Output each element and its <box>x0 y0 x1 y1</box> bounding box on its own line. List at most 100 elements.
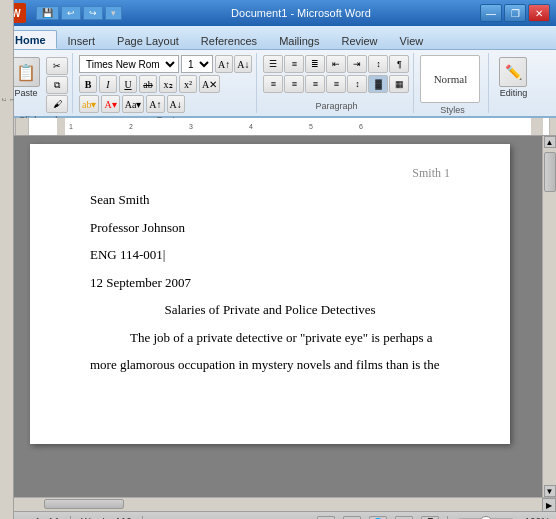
window-title: Document1 - Microsoft Word <box>122 7 480 19</box>
decrease-indent-button[interactable]: ⇤ <box>326 55 346 73</box>
doc-title: Salaries of Private and Police Detective… <box>90 300 450 320</box>
status-bar: Page: 1 of 1 Words: 110 ✓ ▦ ⊡ 🌐 ≡ ≣ 100% <box>0 511 556 519</box>
paste-icon: 📋 <box>12 57 40 87</box>
border-button[interactable]: ▦ <box>389 75 409 93</box>
horizontal-scrollbar-area: ◀ ▶ <box>0 497 556 511</box>
horizontal-scroll-thumb[interactable] <box>44 499 124 509</box>
format-painter-button[interactable]: 🖌 <box>46 95 68 113</box>
paragraph-label: Paragraph <box>315 101 357 111</box>
scroll-thumb[interactable] <box>544 152 556 192</box>
sort-button[interactable]: ↕ <box>368 55 388 73</box>
font-upper-button[interactable]: A↑ <box>146 95 164 113</box>
bold-button[interactable]: B <box>79 75 97 93</box>
professor-name: Professor Johnson <box>90 218 450 238</box>
status-divider-3 <box>447 516 448 520</box>
align-right-button[interactable]: ≡ <box>305 75 325 93</box>
styles-gallery[interactable]: Normal <box>420 55 480 103</box>
save-quick-btn[interactable]: 💾 <box>36 6 59 20</box>
zoom-thumb[interactable] <box>479 516 493 520</box>
paragraph-1: The job of a private detective or "priva… <box>90 328 450 348</box>
editing-group: ✏️ Editing <box>491 53 535 113</box>
subscript-button[interactable]: x₂ <box>159 75 177 93</box>
font-increase-button[interactable]: A↑ <box>215 55 233 73</box>
align-left-button[interactable]: ≡ <box>263 75 283 93</box>
copy-button[interactable]: ⧉ <box>46 76 68 94</box>
doc-date: 12 September 2007 <box>90 273 450 293</box>
paragraph-2: more glamorous occupation in mystery nov… <box>90 355 450 375</box>
status-divider-1 <box>70 516 71 520</box>
page-scroll-area[interactable]: Smith 1 Sean Smith Professor Johnson ENG… <box>0 136 542 497</box>
status-divider-2 <box>142 516 143 520</box>
undo-quick-btn[interactable]: ↩ <box>61 6 81 20</box>
justify-button[interactable]: ≡ <box>326 75 346 93</box>
align-center-button[interactable]: ≡ <box>284 75 304 93</box>
cut-button[interactable]: ✂ <box>46 57 68 75</box>
tab-references[interactable]: References <box>190 31 268 49</box>
tab-view[interactable]: View <box>389 31 435 49</box>
styles-group: Normal Styles <box>416 53 489 113</box>
status-right: ▦ ⊡ 🌐 ≡ ≣ 100% <box>317 516 550 520</box>
document-area: 1 2 Smith 1 Sean Smith Professor Johnson… <box>0 136 556 497</box>
status-left: Page: 1 of 1 Words: 110 ✓ <box>6 516 161 520</box>
editing-label: Editing <box>500 88 528 98</box>
minimize-button[interactable]: — <box>480 4 502 22</box>
shading-button[interactable]: ▓ <box>368 75 388 93</box>
course-code: ENG 114-001| <box>90 245 450 265</box>
horizontal-scrollbar-track[interactable] <box>14 498 542 511</box>
font-size-grow[interactable]: Aa▾ <box>122 95 145 113</box>
clipboard-small-buttons: ✂ ⧉ 🖌 <box>46 57 68 113</box>
bullet-list-button[interactable]: ☰ <box>263 55 283 73</box>
ruler: 1 2 3 4 5 6 <box>0 118 556 136</box>
tab-insert[interactable]: Insert <box>57 31 107 49</box>
font-color-button[interactable]: A▾ <box>101 95 119 113</box>
tab-mailings[interactable]: Mailings <box>268 31 330 49</box>
clear-format-button[interactable]: A✕ <box>199 75 220 93</box>
close-button[interactable]: ✕ <box>528 4 550 22</box>
tab-review[interactable]: Review <box>330 31 388 49</box>
italic-button[interactable]: I <box>99 75 117 93</box>
window-controls[interactable]: — ❐ ✕ <box>480 4 550 22</box>
font-name-select[interactable]: Times New Roman Arial Calibri <box>79 55 179 73</box>
author-name: Sean Smith <box>90 190 450 210</box>
redo-quick-btn[interactable]: ↪ <box>83 6 103 20</box>
scroll-down-button[interactable]: ▼ <box>544 485 556 497</box>
show-para-button[interactable]: ¶ <box>389 55 409 73</box>
font-size-select[interactable]: 12 11 14 <box>181 55 213 73</box>
font-group: Times New Roman Arial Calibri 12 11 14 A… <box>75 53 257 113</box>
print-layout-btn[interactable]: ▦ <box>317 516 335 520</box>
numbered-list-button[interactable]: ≡ <box>284 55 304 73</box>
styles-label: Styles <box>440 105 465 115</box>
draft-btn[interactable]: ≣ <box>421 516 439 520</box>
ruler-bg: 1 2 3 4 5 6 <box>28 118 550 135</box>
superscript-button[interactable]: x² <box>179 75 197 93</box>
page-number: Smith 1 <box>90 164 450 182</box>
full-screen-btn[interactable]: ⊡ <box>343 516 361 520</box>
paragraph-group: ☰ ≡ ≣ ⇤ ⇥ ↕ ¶ ≡ ≡ ≡ ≡ ↕ ▓ ▦ <box>259 53 414 113</box>
ribbon-tabs: Home Insert Page Layout References Maili… <box>0 26 556 50</box>
restore-button[interactable]: ❐ <box>504 4 526 22</box>
font-lower-button[interactable]: A↓ <box>167 95 185 113</box>
editing-icon: ✏️ <box>499 57 527 87</box>
ribbon: 📋 Paste ✂ ⧉ 🖌 Clipboard Times New Roman … <box>0 50 556 118</box>
font-decrease-button[interactable]: A↓ <box>234 55 252 73</box>
highlight-button[interactable]: ab▾ <box>79 95 99 113</box>
outline-btn[interactable]: ≡ <box>395 516 413 520</box>
scroll-right-button[interactable]: ▶ <box>542 498 556 512</box>
multilevel-list-button[interactable]: ≣ <box>305 55 325 73</box>
title-bar: W 💾 ↩ ↪ ▾ Document1 - Microsoft Word — ❐… <box>0 0 556 26</box>
line-spacing-button[interactable]: ↕ <box>347 75 367 93</box>
web-layout-btn[interactable]: 🌐 <box>369 516 387 520</box>
editing-button[interactable]: ✏️ Editing <box>495 55 531 100</box>
paragraph-controls: ☰ ≡ ≣ ⇤ ⇥ ↕ ¶ ≡ ≡ ≡ ≡ ↕ ▓ ▦ <box>263 55 409 93</box>
quick-access[interactable]: 💾 ↩ ↪ ▾ <box>36 6 122 20</box>
document-page: Smith 1 Sean Smith Professor Johnson ENG… <box>30 144 510 444</box>
vertical-scrollbar[interactable]: ▲ ▼ <box>542 136 556 497</box>
underline-button[interactable]: U <box>119 75 137 93</box>
scroll-up-button[interactable]: ▲ <box>544 136 556 148</box>
paste-label: Paste <box>14 88 37 98</box>
font-controls: Times New Roman Arial Calibri 12 11 14 A… <box>79 55 252 113</box>
strikethrough-button[interactable]: ab <box>139 75 157 93</box>
increase-indent-button[interactable]: ⇥ <box>347 55 367 73</box>
tab-page-layout[interactable]: Page Layout <box>106 31 190 49</box>
vertical-ruler: 1 2 <box>0 0 14 519</box>
